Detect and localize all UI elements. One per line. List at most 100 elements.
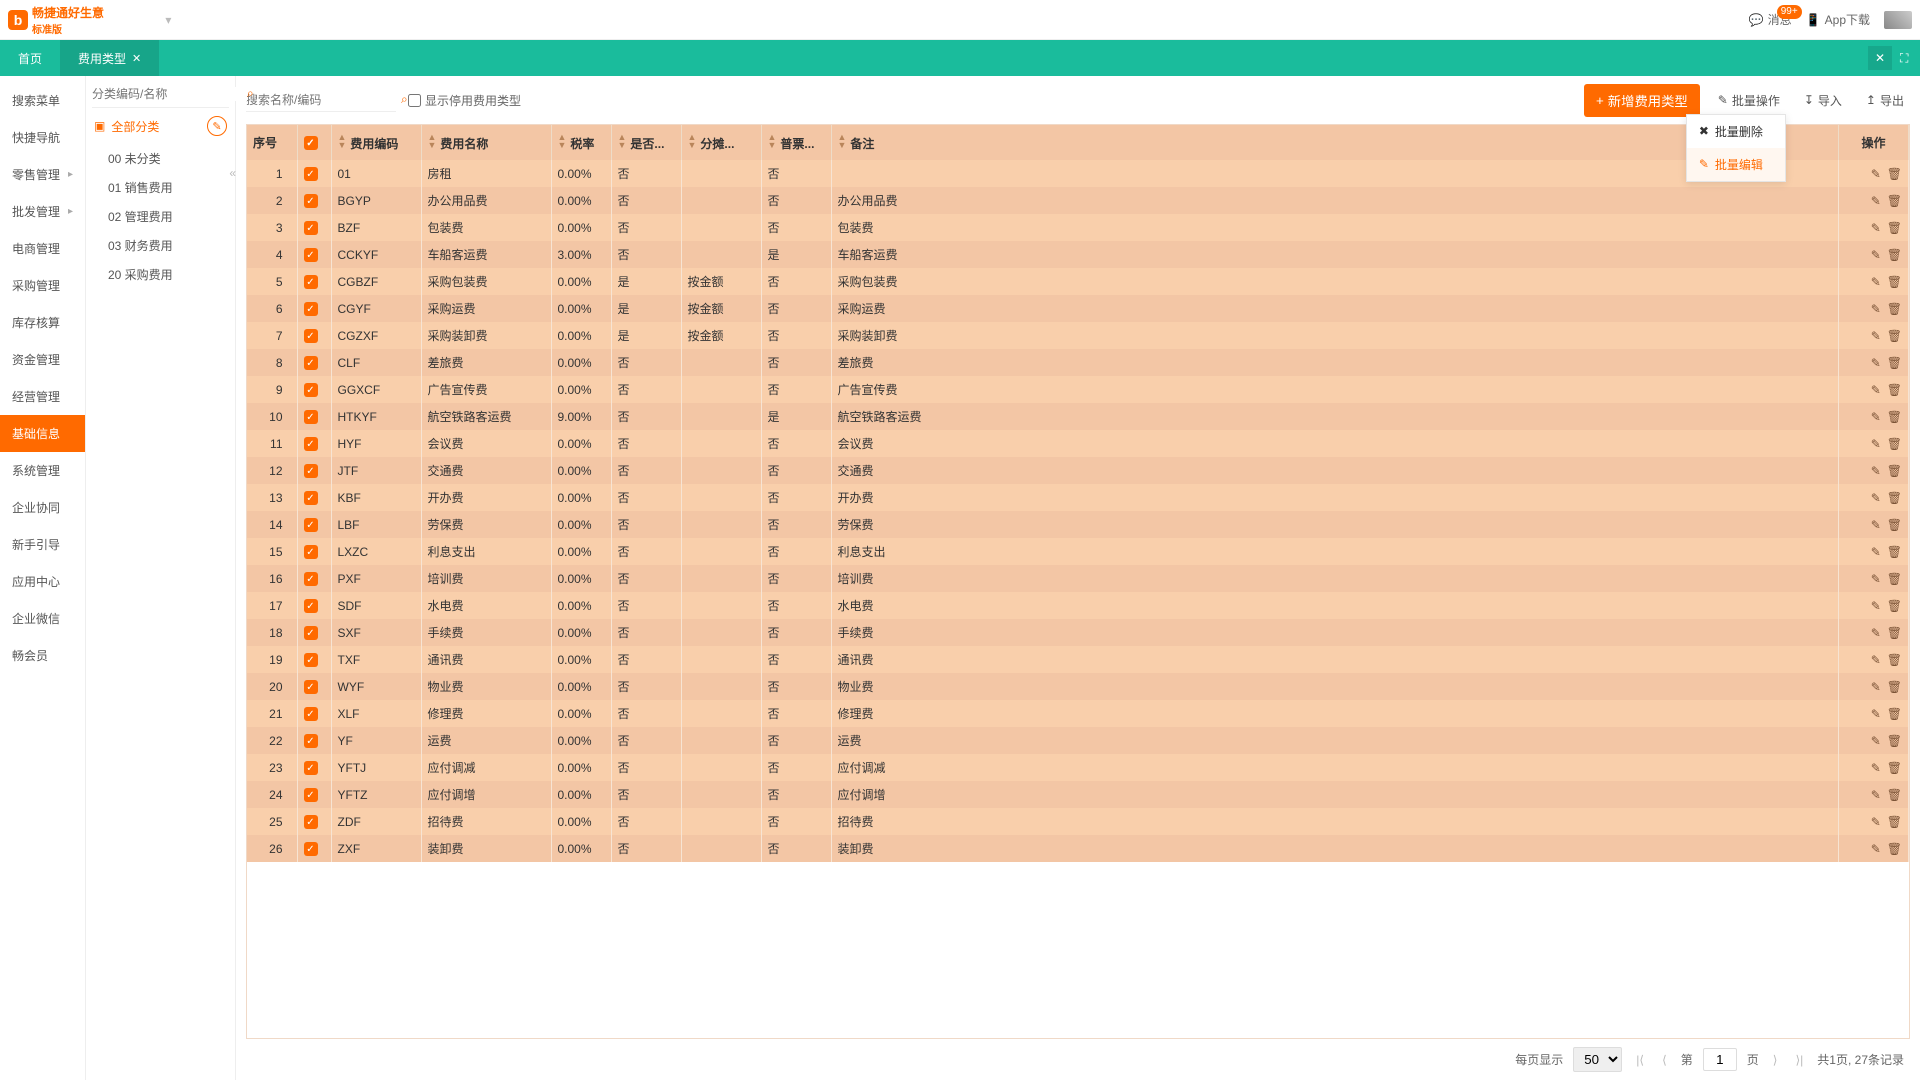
- row-checkbox[interactable]: ✓: [304, 464, 318, 478]
- delete-row-icon[interactable]: 🗑: [1887, 329, 1902, 343]
- close-icon[interactable]: ✕: [132, 52, 141, 65]
- table-row[interactable]: 22✓YF运费0.00%否否运费✎🗑: [247, 727, 1909, 754]
- table-row[interactable]: 2✓BGYP办公用品费0.00%否否办公用品费✎🗑: [247, 187, 1909, 214]
- row-checkbox[interactable]: ✓: [304, 707, 318, 721]
- table-row[interactable]: 14✓LBF劳保费0.00%否否劳保费✎🗑: [247, 511, 1909, 538]
- prev-page-icon[interactable]: ⟨: [1658, 1053, 1671, 1067]
- col-tax[interactable]: ▲▼税率: [551, 125, 611, 160]
- edit-row-icon[interactable]: ✎: [1871, 572, 1881, 586]
- row-checkbox[interactable]: ✓: [304, 275, 318, 289]
- edit-row-icon[interactable]: ✎: [1871, 248, 1881, 262]
- nav-item[interactable]: 电商管理: [0, 230, 85, 267]
- row-checkbox[interactable]: ✓: [304, 221, 318, 235]
- edit-row-icon[interactable]: ✎: [1871, 815, 1881, 829]
- nav-item[interactable]: 零售管理▸: [0, 156, 85, 193]
- delete-row-icon[interactable]: 🗑: [1887, 842, 1902, 856]
- nav-item[interactable]: 批发管理▸: [0, 193, 85, 230]
- table-row[interactable]: 15✓LXZC利息支出0.00%否否利息支出✎🗑: [247, 538, 1909, 565]
- last-page-icon[interactable]: ⟩|: [1791, 1053, 1807, 1067]
- row-checkbox[interactable]: ✓: [304, 518, 318, 532]
- table-row[interactable]: 18✓SXF手续费0.00%否否手续费✎🗑: [247, 619, 1909, 646]
- row-checkbox[interactable]: ✓: [304, 383, 318, 397]
- table-row[interactable]: 19✓TXF通讯费0.00%否否通讯费✎🗑: [247, 646, 1909, 673]
- row-checkbox[interactable]: ✓: [304, 248, 318, 262]
- edit-row-icon[interactable]: ✎: [1871, 302, 1881, 316]
- delete-row-icon[interactable]: 🗑: [1887, 626, 1902, 640]
- nav-item[interactable]: 搜索菜单: [0, 82, 85, 119]
- delete-row-icon[interactable]: 🗑: [1887, 437, 1902, 451]
- add-expense-type-button[interactable]: + 新增费用类型: [1584, 84, 1700, 117]
- page-input[interactable]: [1703, 1048, 1737, 1071]
- tab-home[interactable]: 首页: [0, 40, 60, 76]
- row-checkbox[interactable]: ✓: [304, 167, 318, 181]
- delete-row-icon[interactable]: 🗑: [1887, 653, 1902, 667]
- row-checkbox[interactable]: ✓: [304, 788, 318, 802]
- import-button[interactable]: ↧ 导入: [1798, 88, 1848, 113]
- next-page-icon[interactable]: ⟩: [1769, 1053, 1782, 1067]
- table-row[interactable]: 7✓CGZXF采购装卸费0.00%是按金额否采购装卸费✎🗑: [247, 322, 1909, 349]
- row-checkbox[interactable]: ✓: [304, 626, 318, 640]
- table-row[interactable]: 1✓01房租0.00%否否✎🗑: [247, 160, 1909, 187]
- col-is[interactable]: ▲▼是否...: [611, 125, 681, 160]
- batch-operations-button[interactable]: ✎ 批量操作: [1712, 88, 1786, 113]
- col-share[interactable]: ▲▼分摊...: [681, 125, 761, 160]
- row-checkbox[interactable]: ✓: [304, 842, 318, 856]
- edit-row-icon[interactable]: ✎: [1871, 734, 1881, 748]
- edit-row-icon[interactable]: ✎: [1871, 437, 1881, 451]
- delete-row-icon[interactable]: 🗑: [1887, 680, 1902, 694]
- table-row[interactable]: 6✓CGYF采购运费0.00%是按金额否采购运费✎🗑: [247, 295, 1909, 322]
- row-checkbox[interactable]: ✓: [304, 815, 318, 829]
- row-checkbox[interactable]: ✓: [304, 356, 318, 370]
- first-page-icon[interactable]: |⟨: [1632, 1053, 1648, 1067]
- fullscreen-icon[interactable]: ⛶: [1900, 51, 1914, 65]
- search-input[interactable]: [246, 89, 401, 111]
- table-row[interactable]: 11✓HYF会议费0.00%否否会议费✎🗑: [247, 430, 1909, 457]
- table-row[interactable]: 12✓JTF交通费0.00%否否交通费✎🗑: [247, 457, 1909, 484]
- edit-row-icon[interactable]: ✎: [1871, 545, 1881, 559]
- delete-row-icon[interactable]: 🗑: [1887, 734, 1902, 748]
- edit-row-icon[interactable]: ✎: [1871, 842, 1881, 856]
- show-disabled-toggle[interactable]: 显示停用费用类型: [408, 92, 521, 109]
- row-checkbox[interactable]: ✓: [304, 545, 318, 559]
- delete-row-icon[interactable]: 🗑: [1887, 356, 1902, 370]
- nav-item[interactable]: 库存核算: [0, 304, 85, 341]
- table-row[interactable]: 21✓XLF修理费0.00%否否修理费✎🗑: [247, 700, 1909, 727]
- collapse-panel-button[interactable]: «: [229, 166, 236, 180]
- delete-row-icon[interactable]: 🗑: [1887, 221, 1902, 235]
- row-checkbox[interactable]: ✓: [304, 653, 318, 667]
- delete-row-icon[interactable]: 🗑: [1887, 572, 1902, 586]
- row-checkbox[interactable]: ✓: [304, 572, 318, 586]
- row-checkbox[interactable]: ✓: [304, 437, 318, 451]
- edit-row-icon[interactable]: ✎: [1871, 788, 1881, 802]
- nav-item[interactable]: 企业微信: [0, 600, 85, 637]
- nav-item[interactable]: 畅会员: [0, 637, 85, 674]
- edit-row-icon[interactable]: ✎: [1871, 680, 1881, 694]
- checkbox-all[interactable]: ✓: [304, 136, 318, 150]
- nav-item[interactable]: 资金管理: [0, 341, 85, 378]
- per-page-select[interactable]: 50: [1573, 1047, 1622, 1072]
- app-download-button[interactable]: 📱 App下载: [1806, 11, 1870, 28]
- col-checkbox[interactable]: ✓: [297, 125, 331, 160]
- delete-row-icon[interactable]: 🗑: [1887, 815, 1902, 829]
- category-search-input[interactable]: [92, 87, 247, 101]
- table-row[interactable]: 24✓YFTZ应付调增0.00%否否应付调增✎🗑: [247, 781, 1909, 808]
- col-code[interactable]: ▲▼费用编码: [331, 125, 421, 160]
- nav-item[interactable]: 采购管理: [0, 267, 85, 304]
- delete-row-icon[interactable]: 🗑: [1887, 410, 1902, 424]
- tab-expense-type[interactable]: 费用类型 ✕: [60, 40, 159, 76]
- edit-row-icon[interactable]: ✎: [1871, 410, 1881, 424]
- category-item[interactable]: 02 管理费用: [106, 202, 229, 231]
- search-icon[interactable]: ⌕: [401, 92, 408, 107]
- edit-row-icon[interactable]: ✎: [1871, 518, 1881, 532]
- table-row[interactable]: 25✓ZDF招待费0.00%否否招待费✎🗑: [247, 808, 1909, 835]
- company-selector[interactable]: [144, 9, 175, 31]
- delete-row-icon[interactable]: 🗑: [1887, 194, 1902, 208]
- nav-item[interactable]: 快捷导航: [0, 119, 85, 156]
- table-row[interactable]: 3✓BZF包装费0.00%否否包装费✎🗑: [247, 214, 1909, 241]
- edit-row-icon[interactable]: ✎: [1871, 275, 1881, 289]
- delete-row-icon[interactable]: 🗑: [1887, 248, 1902, 262]
- delete-row-icon[interactable]: 🗑: [1887, 275, 1902, 289]
- edit-row-icon[interactable]: ✎: [1871, 707, 1881, 721]
- table-row[interactable]: 17✓SDF水电费0.00%否否水电费✎🗑: [247, 592, 1909, 619]
- table-row[interactable]: 5✓CGBZF采购包装费0.00%是按金额否采购包装费✎🗑: [247, 268, 1909, 295]
